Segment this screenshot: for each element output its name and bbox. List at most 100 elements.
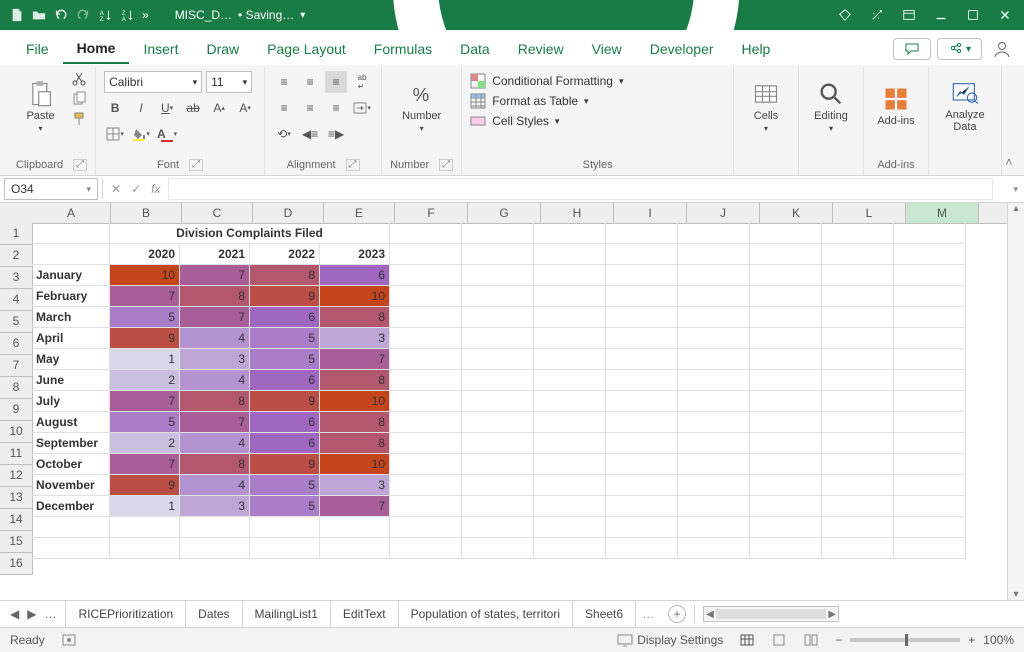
cell[interactable] [750, 370, 822, 391]
cell[interactable]: 4 [180, 370, 250, 391]
cell[interactable]: March [32, 307, 110, 328]
align-right-icon[interactable]: ≡ [325, 97, 347, 119]
number-format-button[interactable]: % Number▾ [398, 71, 446, 141]
select-all-corner[interactable] [0, 203, 33, 224]
col-header-I[interactable]: I [614, 203, 687, 223]
cell[interactable] [250, 517, 320, 538]
font-color-button[interactable]: A▾ [156, 123, 178, 145]
cell[interactable] [534, 433, 606, 454]
format-as-table-button[interactable]: Format as Table▾ [470, 93, 623, 109]
fx-icon[interactable]: fx [151, 182, 160, 196]
cell[interactable] [894, 349, 966, 370]
cell[interactable] [750, 454, 822, 475]
cell[interactable] [462, 307, 534, 328]
user-icon[interactable] [992, 39, 1012, 59]
vertical-scrollbar[interactable]: ▴▾ [1007, 203, 1024, 600]
cell[interactable]: 2 [110, 370, 180, 391]
cell[interactable] [750, 412, 822, 433]
cell[interactable]: 8 [320, 370, 390, 391]
sheet-tab[interactable]: Dates [185, 601, 242, 627]
cell[interactable]: 7 [110, 391, 180, 412]
cell[interactable] [678, 517, 750, 538]
cell[interactable] [822, 307, 894, 328]
cell[interactable] [750, 391, 822, 412]
col-header-G[interactable]: G [468, 203, 541, 223]
cell[interactable]: April [32, 328, 110, 349]
cell[interactable] [750, 223, 822, 244]
cell[interactable] [606, 475, 678, 496]
tab-developer[interactable]: Developer [636, 35, 728, 63]
cell[interactable] [822, 244, 894, 265]
align-middle-icon[interactable]: ≡ [299, 71, 321, 93]
cell[interactable]: 6 [250, 412, 320, 433]
cell[interactable] [606, 433, 678, 454]
formula-input[interactable] [168, 178, 993, 200]
cell[interactable]: 4 [180, 433, 250, 454]
bold-button[interactable]: B [104, 97, 126, 119]
spreadsheet-grid[interactable]: ABCDEFGHIJKLM 12345678910111213141516 Di… [0, 203, 1024, 600]
cell[interactable]: Division Complaints Filed [110, 223, 390, 244]
col-header-J[interactable]: J [687, 203, 760, 223]
cell[interactable] [678, 328, 750, 349]
cell[interactable] [822, 412, 894, 433]
dialog-launcher-icon[interactable]: ⤢ [189, 159, 203, 171]
cell[interactable]: 7 [180, 412, 250, 433]
col-header-H[interactable]: H [541, 203, 614, 223]
cell[interactable]: 9 [250, 286, 320, 307]
cell[interactable] [894, 496, 966, 517]
cell[interactable]: February [32, 286, 110, 307]
row-header[interactable]: 16 [0, 553, 32, 575]
cell[interactable]: 7 [110, 454, 180, 475]
align-top-icon[interactable]: ≡ [273, 71, 295, 93]
cell[interactable]: 5 [250, 475, 320, 496]
cell[interactable] [390, 370, 462, 391]
cell[interactable]: 5 [250, 496, 320, 517]
cell[interactable]: 8 [180, 454, 250, 475]
row-header[interactable]: 7 [0, 355, 32, 377]
cell[interactable] [110, 538, 180, 559]
cell[interactable] [606, 265, 678, 286]
cell[interactable] [462, 223, 534, 244]
tab-insert[interactable]: Insert [129, 35, 192, 63]
cells-button[interactable]: Cells▾ [742, 71, 790, 141]
cell[interactable] [462, 517, 534, 538]
cell[interactable] [894, 328, 966, 349]
cell[interactable] [390, 391, 462, 412]
macro-record-icon[interactable] [61, 633, 77, 647]
cell[interactable] [390, 496, 462, 517]
tab-view[interactable]: View [578, 35, 636, 63]
row-header[interactable]: 13 [0, 487, 32, 509]
cell[interactable] [390, 349, 462, 370]
cell[interactable] [534, 517, 606, 538]
align-center-icon[interactable]: ≡ [299, 97, 321, 119]
view-page-break-icon[interactable] [803, 633, 819, 647]
cell[interactable] [678, 433, 750, 454]
tab-formulas[interactable]: Formulas [360, 35, 446, 63]
col-header-L[interactable]: L [833, 203, 906, 223]
cell[interactable]: 7 [180, 307, 250, 328]
cell[interactable] [750, 286, 822, 307]
cell[interactable]: 3 [180, 349, 250, 370]
align-left-icon[interactable]: ≡ [273, 97, 295, 119]
share-button[interactable]: ▾ [937, 38, 982, 60]
cell[interactable] [822, 349, 894, 370]
cell[interactable]: 2022 [250, 244, 320, 265]
cell[interactable]: August [32, 412, 110, 433]
cell[interactable]: January [32, 265, 110, 286]
row-header[interactable]: 15 [0, 531, 32, 553]
cell[interactable] [390, 517, 462, 538]
enter-formula-icon[interactable]: ✓ [131, 182, 141, 196]
row-header[interactable]: 1 [0, 223, 32, 245]
cell[interactable] [750, 538, 822, 559]
cell[interactable] [462, 454, 534, 475]
col-header-K[interactable]: K [760, 203, 833, 223]
close-icon[interactable] [998, 8, 1012, 22]
collapse-ribbon-icon[interactable]: ˄ [1002, 67, 1016, 175]
cell[interactable] [822, 265, 894, 286]
cell[interactable] [894, 538, 966, 559]
cell[interactable] [822, 517, 894, 538]
cell[interactable]: 6 [320, 265, 390, 286]
cell[interactable] [822, 538, 894, 559]
cell[interactable] [534, 412, 606, 433]
comments-button[interactable] [893, 38, 931, 60]
